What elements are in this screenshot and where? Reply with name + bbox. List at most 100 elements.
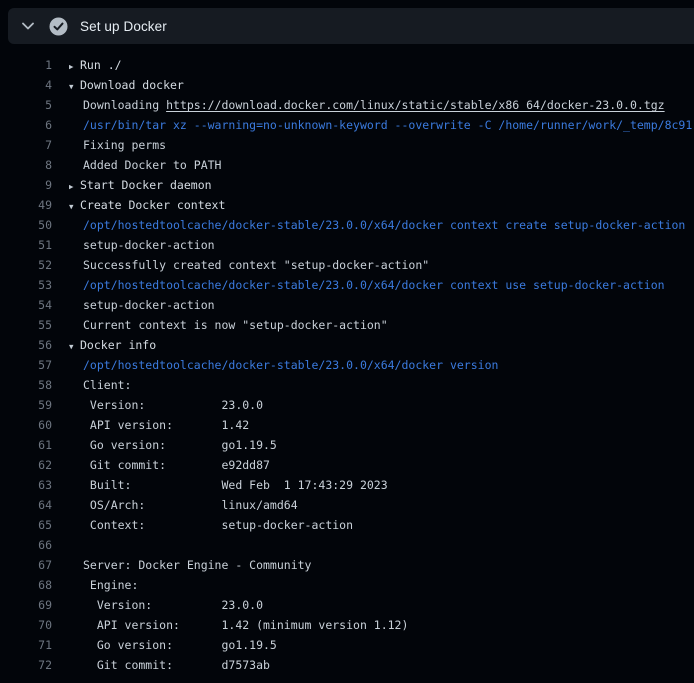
log-group-row[interactable]: ▼Docker info [69,335,156,355]
line-number[interactable]: 65 [0,515,52,535]
log-line: 50/opt/hostedtoolcache/docker-stable/23.… [0,215,694,235]
log-text: Successfully created context "setup-dock… [69,255,429,275]
log-group-row[interactable]: ▼Create Docker context [69,195,225,215]
log-line: 4 ▼Download docker [0,75,694,95]
log-line: 64 OS/Arch: linux/amd64 [0,495,694,515]
triangle-down-icon[interactable]: ▼ [69,197,80,215]
log-line: 49 ▼Create Docker context [0,195,694,215]
log-line: 1 ▶Run ./ [0,55,694,75]
log-line: 57/opt/hostedtoolcache/docker-stable/23.… [0,355,694,375]
log-text: Context: setup-docker-action [69,515,353,535]
line-number[interactable]: 58 [0,375,52,395]
group-title: Start Docker daemon [80,178,212,192]
line-number[interactable]: 6 [0,115,52,135]
line-number[interactable]: 66 [0,535,52,555]
log-command: /opt/hostedtoolcache/docker-stable/23.0.… [69,275,665,295]
line-number[interactable]: 63 [0,475,52,495]
log-text: Client: [69,375,131,395]
line-number[interactable]: 60 [0,415,52,435]
triangle-right-icon[interactable]: ▶ [69,177,80,195]
line-number[interactable]: 55 [0,315,52,335]
line-number[interactable]: 57 [0,355,52,375]
log-text: Version: 23.0.0 [69,595,263,615]
line-number[interactable]: 52 [0,255,52,275]
step-header[interactable]: Set up Docker [8,8,694,44]
log-text: setup-docker-action [69,235,215,255]
log-line: 68 Engine: [0,575,694,595]
log-group-row[interactable]: ▶Run ./ [69,55,122,75]
log-text: Current context is now "setup-docker-act… [69,315,388,335]
log-line: 55 Current context is now "setup-docker-a… [0,315,694,335]
log-text: setup-docker-action [69,295,215,315]
log-text: Fixing perms [69,135,166,155]
line-number[interactable]: 7 [0,135,52,155]
log-group-row[interactable]: ▼Download docker [69,75,184,95]
log-line: 69 Version: 23.0.0 [0,595,694,615]
log-line: 58 Client: [0,375,694,395]
log-text: Downloading [83,98,166,112]
line-number[interactable]: 51 [0,235,52,255]
line-number[interactable]: 67 [0,555,52,575]
line-number[interactable]: 70 [0,615,52,635]
log-group-row[interactable]: ▶Start Docker daemon [69,175,212,195]
log-text: Built: Wed Feb 1 17:43:29 2023 [69,475,388,495]
log-line: 67 Server: Docker Engine - Community [0,555,694,575]
triangle-down-icon[interactable]: ▼ [69,337,80,355]
group-title: Create Docker context [80,198,225,212]
line-number[interactable]: 9 [0,175,52,195]
line-number[interactable]: 72 [0,655,52,675]
step-title: Set up Docker [80,19,167,34]
line-number[interactable]: 64 [0,495,52,515]
log-line: 56 ▼Docker info [0,335,694,355]
log-text: Server: Docker Engine - Community [69,555,311,575]
line-number[interactable]: 1 [0,55,52,75]
log-line: 72 Git commit: d7573ab [0,655,694,675]
log-line: 5 Downloading https://download.docker.com… [0,95,694,115]
log-line: 6/usr/bin/tar xz --warning=no-unknown-ke… [0,115,694,135]
log-link[interactable]: https://download.docker.com/linux/static… [166,98,665,112]
log-text: Git commit: e92dd87 [69,455,270,475]
line-number[interactable]: 8 [0,155,52,175]
log-line: 53/opt/hostedtoolcache/docker-stable/23.… [0,275,694,295]
log-lines: 1▶Run ./4▼Download docker5Downloading ht… [0,44,694,675]
log-text: Go version: go1.19.5 [69,635,277,655]
triangle-right-icon[interactable]: ▶ [69,57,80,75]
line-number[interactable]: 69 [0,595,52,615]
log-line: 7 Fixing perms [0,135,694,155]
log-line: 54 setup-docker-action [0,295,694,315]
line-number[interactable]: 54 [0,295,52,315]
line-number[interactable]: 71 [0,635,52,655]
line-number[interactable]: 61 [0,435,52,455]
log-text: Version: 23.0.0 [69,395,263,415]
log-command: /opt/hostedtoolcache/docker-stable/23.0.… [69,355,498,375]
chevron-down-icon[interactable] [21,22,35,30]
log-command: /opt/hostedtoolcache/docker-stable/23.0.… [69,215,685,235]
line-number[interactable]: 56 [0,335,52,355]
log-text: OS/Arch: linux/amd64 [69,495,298,515]
check-circle-icon [49,17,68,36]
line-number[interactable]: 62 [0,455,52,475]
log-line: 71 Go version: go1.19.5 [0,635,694,655]
group-title: Run ./ [80,58,122,72]
log-line: 61 Go version: go1.19.5 [0,435,694,455]
line-number[interactable]: 53 [0,275,52,295]
log-text-row: Downloading https://download.docker.com/… [69,95,665,115]
log-line: 59 Version: 23.0.0 [0,395,694,415]
log-text: Git commit: d7573ab [69,655,270,675]
line-number[interactable]: 4 [0,75,52,95]
triangle-down-icon[interactable]: ▼ [69,77,80,95]
log-line: 51 setup-docker-action [0,235,694,255]
group-title: Download docker [80,78,184,92]
line-number[interactable]: 50 [0,215,52,235]
log-line: 65 Context: setup-docker-action [0,515,694,535]
line-number[interactable]: 68 [0,575,52,595]
line-number[interactable]: 5 [0,95,52,115]
line-number[interactable]: 59 [0,395,52,415]
log-text: API version: 1.42 (minimum version 1.12) [69,615,408,635]
log-text: Go version: go1.19.5 [69,435,277,455]
line-number[interactable]: 49 [0,195,52,215]
group-title: Docker info [80,338,156,352]
log-line: 66 [0,535,694,555]
log-line: 63 Built: Wed Feb 1 17:43:29 2023 [0,475,694,495]
log-text: Engine: [69,575,138,595]
